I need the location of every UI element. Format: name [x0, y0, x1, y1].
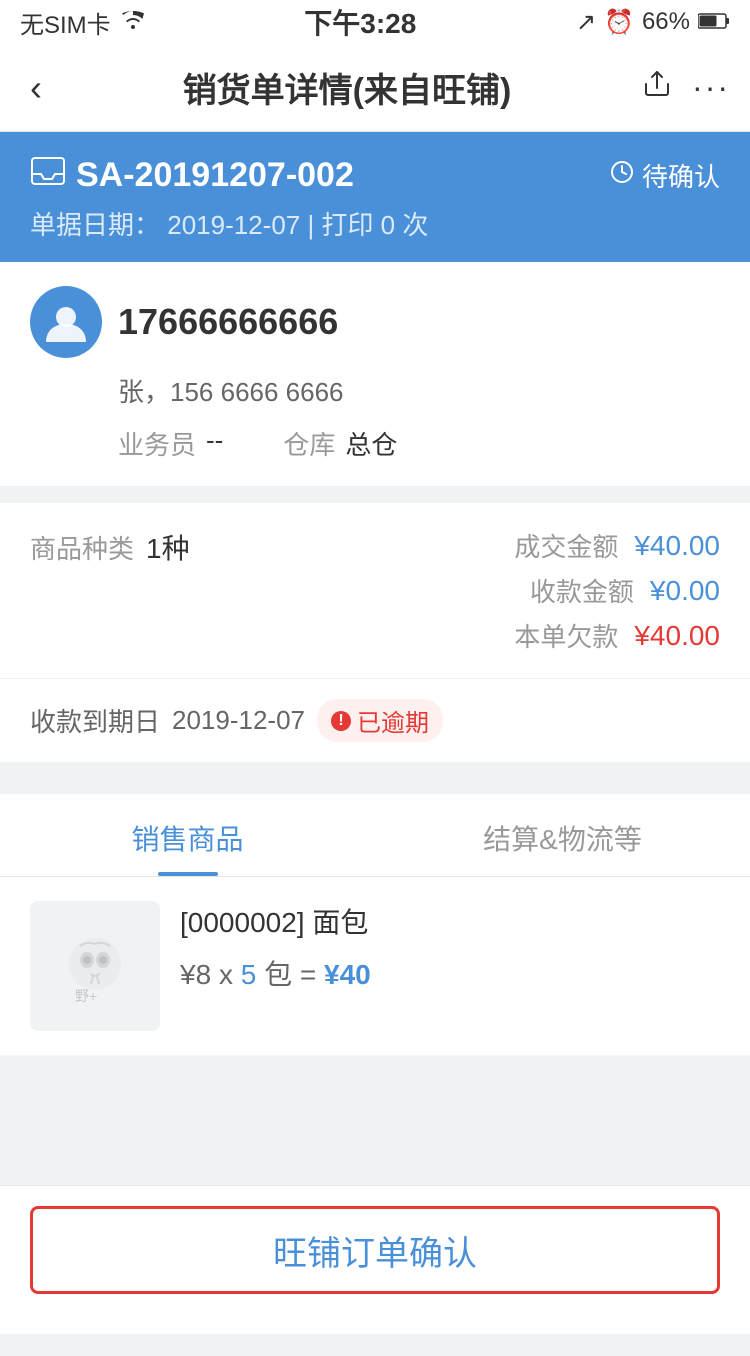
owed-value: ¥40.00	[634, 620, 720, 652]
divider-2	[0, 762, 750, 778]
unit: 包	[264, 959, 292, 990]
received-label: 收款金额	[530, 572, 634, 609]
confirm-order-button[interactable]: 旺铺订单确认	[30, 1206, 720, 1294]
unit-price: ¥8	[180, 959, 211, 990]
salesperson-field: 业务员 --	[118, 425, 223, 462]
clock-icon	[610, 160, 634, 191]
overdue-dot-icon: !	[331, 711, 351, 731]
meta-row: 业务员 -- 仓库 总仓	[118, 425, 720, 462]
nav-bar: ‹ 销货单详情(来自旺铺) ···	[0, 44, 750, 132]
multiplier: x	[219, 959, 241, 990]
table-row: 野+ [0000002] 面包 ¥8 x 5 包 = ¥40	[0, 877, 750, 1056]
product-name: [0000002] 面包	[180, 901, 720, 941]
product-title: 面包	[312, 907, 368, 938]
avatar	[30, 286, 102, 358]
status-left: 无SIM卡	[20, 5, 145, 40]
warehouse-label: 仓库	[283, 425, 335, 462]
owed-row: 本单欠款 ¥40.00	[514, 617, 720, 654]
tabs-bar: 销售商品 结算&物流等	[0, 794, 750, 877]
customer-name: 张，156 6666 6666	[118, 372, 720, 409]
overdue-badge: ! 已逾期	[317, 699, 443, 742]
bottom-bar: 旺铺订单确认	[0, 1185, 750, 1334]
warehouse-field: 仓库 总仓	[283, 425, 397, 462]
product-type-value: 1种	[146, 527, 190, 567]
amount-value: ¥40.00	[634, 530, 720, 562]
product-code: [0000002]	[180, 907, 305, 938]
product-image: 野+	[30, 901, 160, 1031]
total-price: ¥40	[324, 959, 371, 990]
amount-row: 成交金额 ¥40.00	[514, 527, 720, 564]
status-time: 下午3:28	[304, 2, 416, 42]
more-icon[interactable]: ···	[692, 69, 730, 106]
inbox-icon	[30, 156, 66, 195]
svg-text:野+: 野+	[75, 988, 97, 1004]
nav-actions: ···	[642, 69, 730, 107]
product-info: [0000002] 面包 ¥8 x 5 包 = ¥40	[180, 901, 720, 993]
amount-label: 成交金额	[514, 527, 618, 564]
overdue-text: 已逾期	[357, 703, 429, 738]
customer-phone: 17666666666	[118, 301, 338, 343]
customer-row: 17666666666	[30, 286, 720, 358]
alarm-icon: ⏰	[604, 8, 634, 37]
warehouse-value: 总仓	[345, 425, 397, 462]
summary-right: 成交金额 ¥40.00 收款金额 ¥0.00 本单欠款 ¥40.00	[514, 527, 720, 654]
summary-card: 商品种类 1种 成交金额 ¥40.00 收款金额 ¥0.00 本单欠款 ¥40.…	[0, 503, 750, 678]
order-id-text: SA-20191207-002	[76, 156, 354, 195]
product-price-row: ¥8 x 5 包 = ¥40	[180, 953, 720, 993]
page-title: 销货单详情(来自旺铺)	[52, 63, 642, 112]
quantity: 5	[241, 959, 257, 990]
info-card: 17666666666 张，156 6666 6666 业务员 -- 仓库 总仓	[0, 262, 750, 487]
divider-1	[0, 487, 750, 503]
location-icon: ↗	[576, 8, 596, 37]
owed-label: 本单欠款	[514, 617, 618, 654]
summary-left: 商品种类 1种	[30, 527, 190, 567]
due-date-card: 收款到期日 2019-12-07 ! 已逾期	[0, 678, 750, 762]
share-icon[interactable]	[642, 69, 672, 107]
header-card-top: SA-20191207-002 待确认	[30, 156, 720, 195]
order-id: SA-20191207-002	[30, 156, 354, 195]
tab-products[interactable]: 销售商品	[0, 794, 375, 876]
back-button[interactable]: ‹	[20, 67, 52, 109]
due-date-label: 收款到期日	[30, 702, 160, 739]
wifi-icon	[121, 8, 145, 36]
carrier-label: 无SIM卡	[20, 5, 111, 40]
status-right: ↗ ⏰ 66%	[576, 8, 730, 37]
salesperson-value: --	[206, 425, 223, 462]
tab-settlement[interactable]: 结算&物流等	[375, 794, 750, 876]
equals: =	[300, 959, 324, 990]
order-status-badge: 待确认	[610, 157, 720, 194]
battery-icon	[698, 8, 730, 36]
order-status-text: 待确认	[642, 157, 720, 194]
salesperson-label: 业务员	[118, 425, 196, 462]
header-date: 单据日期： 2019-12-07 | 打印 0 次	[30, 205, 720, 242]
product-type-label: 商品种类	[30, 529, 134, 566]
product-list: 野+ [0000002] 面包 ¥8 x 5 包 = ¥40	[0, 877, 750, 1056]
header-card: SA-20191207-002 待确认 单据日期： 2019-12-07 | 打…	[0, 132, 750, 262]
due-date-value: 2019-12-07	[172, 705, 305, 736]
status-bar: 无SIM卡 下午3:28 ↗ ⏰ 66%	[0, 0, 750, 44]
received-value: ¥0.00	[650, 575, 720, 607]
received-row: 收款金额 ¥0.00	[530, 572, 720, 609]
battery-label: 66%	[642, 8, 690, 36]
